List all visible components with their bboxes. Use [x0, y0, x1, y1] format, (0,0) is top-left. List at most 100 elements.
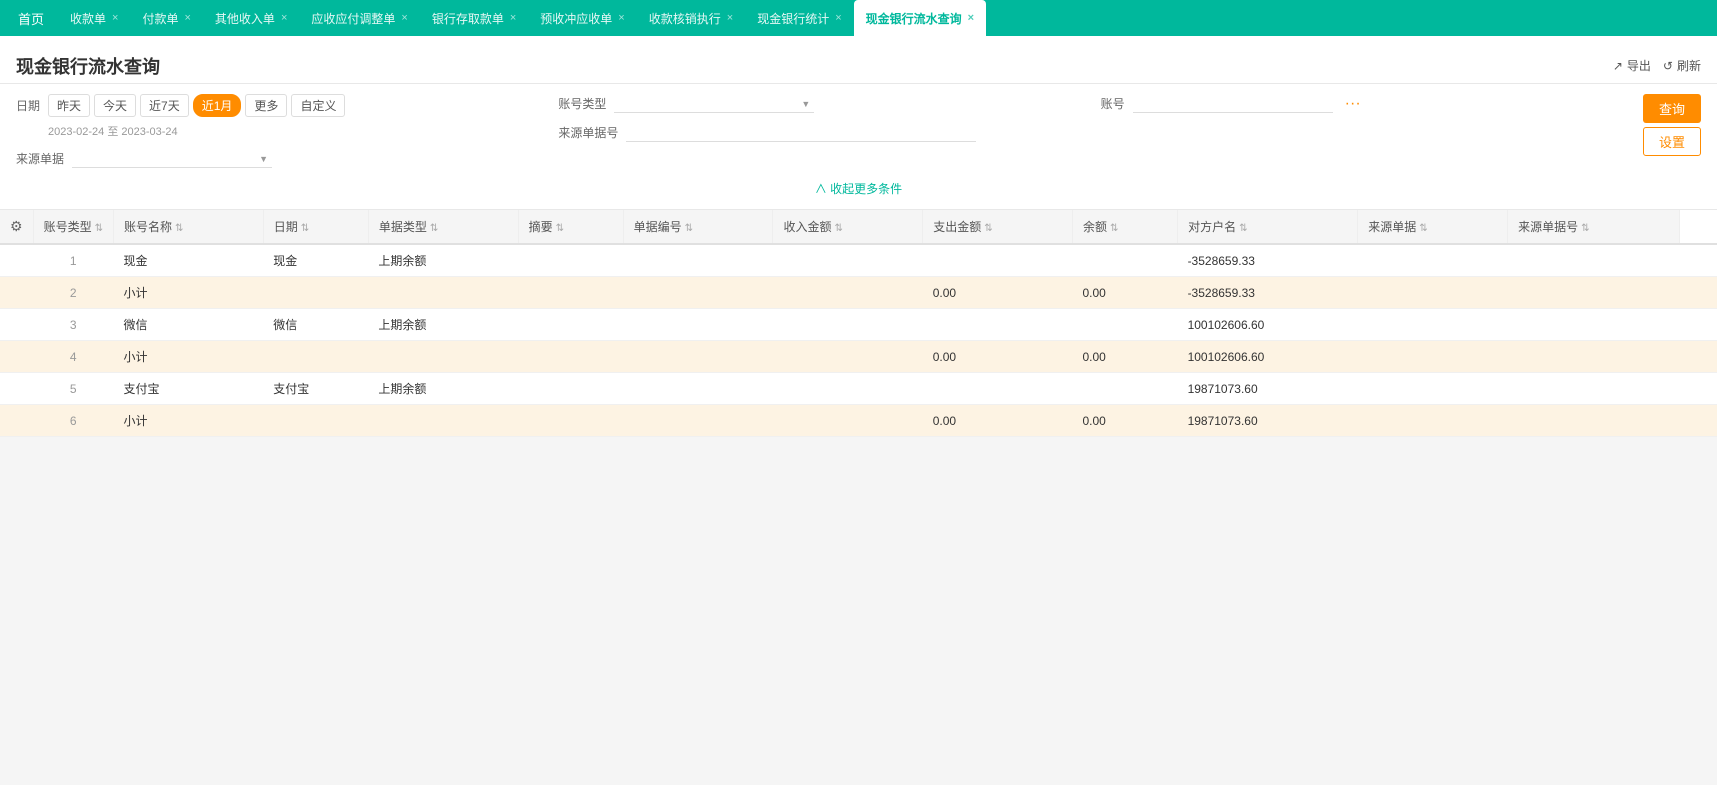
close-icon[interactable]: ×: [727, 12, 733, 24]
page-header: 现金银行流水查询 ↗ 导出 ↺ 刷新: [0, 36, 1717, 84]
date-btn-custom[interactable]: 自定义: [291, 94, 345, 117]
nav-tab-xianjin-liushui[interactable]: 现金银行流水查询 ×: [854, 0, 986, 36]
close-icon[interactable]: ×: [968, 12, 974, 24]
doc-no-cell: [773, 341, 923, 373]
expense-cell: 0.00: [1073, 341, 1178, 373]
date-range-display: 2023-02-24 至 2023-03-24: [48, 126, 178, 138]
date-cell: [368, 405, 518, 437]
table-container: ⚙ 账号类型⇅ 账号名称⇅ 日期⇅ 单据类型⇅ 摘要⇅ 单据编号: [0, 210, 1717, 437]
page-title: 现金银行流水查询: [16, 53, 160, 79]
sort-icon[interactable]: ⇅: [175, 223, 183, 234]
settings-col-cell: [0, 373, 33, 405]
balance-cell: -3528659.33: [1178, 244, 1358, 277]
nav-tab-yinhangcunqu[interactable]: 银行存取款单 ×: [420, 0, 528, 36]
row-num-cell: 6: [33, 405, 113, 437]
sort-icon[interactable]: ⇅: [1110, 223, 1118, 234]
source-doc-no-cell: [1680, 341, 1717, 373]
table-row: 1现金现金上期余额-3528659.33: [0, 244, 1717, 277]
date-btn-7days[interactable]: 近7天: [140, 94, 189, 117]
summary-cell: [623, 244, 773, 277]
account-name-cell: 支付宝: [263, 373, 368, 405]
doc-type-cell: [518, 244, 623, 277]
summary-cell: [623, 341, 773, 373]
sort-icon[interactable]: ⇅: [430, 223, 438, 234]
export-button[interactable]: ↗ 导出: [1613, 57, 1651, 74]
counterparty-cell: [1358, 309, 1508, 341]
sort-icon[interactable]: ⇅: [1581, 223, 1589, 234]
date-btn-1month[interactable]: 近1月: [193, 94, 242, 117]
nav-tab-fukuandan[interactable]: 付款单 ×: [130, 0, 202, 36]
account-dots-button[interactable]: ···: [1345, 95, 1361, 113]
settings-button[interactable]: 设置: [1643, 127, 1701, 156]
account-number-input[interactable]: [1133, 94, 1333, 113]
close-icon[interactable]: ×: [510, 12, 516, 24]
table-header-row: ⚙ 账号类型⇅ 账号名称⇅ 日期⇅ 单据类型⇅ 摘要⇅ 单据编号: [0, 210, 1717, 244]
col-date: 日期⇅: [263, 210, 368, 244]
doc-no-cell: [773, 309, 923, 341]
date-cell: 上期余额: [368, 309, 518, 341]
col-account-type: 账号类型⇅: [33, 210, 113, 244]
sort-icon[interactable]: ⇅: [95, 223, 103, 234]
nav-tab-yingshouyingfu[interactable]: 应收应付调整单 ×: [299, 0, 419, 36]
account-label: 账号: [1101, 95, 1125, 112]
account-type-cell: 小计: [113, 405, 263, 437]
row-num-cell: 3: [33, 309, 113, 341]
account-name-cell: 现金: [263, 244, 368, 277]
collapse-bar[interactable]: ∧ 收起更多条件: [16, 176, 1701, 201]
sort-icon[interactable]: ⇅: [1419, 223, 1427, 234]
sort-icon[interactable]: ⇅: [685, 223, 693, 234]
col-account-name: 账号名称⇅: [113, 210, 263, 244]
col-income: 收入金额⇅: [773, 210, 923, 244]
nav-tab-shoukuan-hexiao[interactable]: 收款核销执行 ×: [637, 0, 745, 36]
header-actions: ↗ 导出 ↺ 刷新: [1613, 57, 1701, 74]
top-nav: 首页 收款单 × 付款单 × 其他收入单 × 应收应付调整单 × 银行存取款单 …: [0, 0, 1717, 36]
source-doc-num-label: 来源单据号: [558, 124, 618, 141]
settings-col-cell: [0, 341, 33, 373]
source-doc-cell: [1508, 341, 1680, 373]
nav-tab-yushou[interactable]: 预收冲应收单 ×: [528, 0, 636, 36]
balance-cell: 19871073.60: [1178, 373, 1358, 405]
nav-home[interactable]: 首页: [4, 0, 58, 36]
col-balance: 余额⇅: [1073, 210, 1178, 244]
refresh-button[interactable]: ↺ 刷新: [1663, 57, 1701, 74]
source-doc-no-cell: [1680, 309, 1717, 341]
gear-icon[interactable]: ⚙: [10, 218, 23, 234]
account-type-filter-group: 账号类型: [558, 94, 814, 113]
summary-cell: [623, 277, 773, 309]
income-cell: 0.00: [923, 405, 1073, 437]
close-icon[interactable]: ×: [112, 12, 118, 24]
close-icon[interactable]: ×: [184, 12, 190, 24]
settings-col-cell: [0, 244, 33, 277]
source-doc-num-filter-group: 来源单据号: [558, 123, 976, 142]
table-row: 3微信微信上期余额100102606.60: [0, 309, 1717, 341]
settings-col-cell: [0, 405, 33, 437]
table-row: 4小计0.000.00100102606.60: [0, 341, 1717, 373]
date-btn-more[interactable]: 更多: [245, 94, 287, 117]
export-icon: ↗: [1613, 59, 1623, 73]
close-icon[interactable]: ×: [835, 12, 841, 24]
source-doc-no-cell: [1680, 244, 1717, 277]
balance-cell: 100102606.60: [1178, 341, 1358, 373]
account-type-select[interactable]: [614, 94, 814, 113]
source-doc-cell: [1508, 373, 1680, 405]
row-num-cell: 5: [33, 373, 113, 405]
query-button[interactable]: 查询: [1643, 94, 1701, 123]
sort-icon[interactable]: ⇅: [1239, 223, 1247, 234]
sort-icon[interactable]: ⇅: [834, 223, 842, 234]
source-doc-num-input[interactable]: [626, 123, 976, 142]
source-doc-label: 来源单据: [16, 150, 64, 167]
date-btn-yesterday[interactable]: 昨天: [48, 94, 90, 117]
close-icon[interactable]: ×: [618, 12, 624, 24]
source-doc-filter-group: 来源单据: [16, 149, 272, 168]
nav-tab-qitashouru[interactable]: 其他收入单 ×: [203, 0, 299, 36]
sort-icon[interactable]: ⇅: [301, 223, 309, 234]
sort-icon[interactable]: ⇅: [556, 223, 564, 234]
date-btn-today[interactable]: 今天: [94, 94, 136, 117]
doc-type-cell: [518, 405, 623, 437]
nav-tab-shoukuandan[interactable]: 收款单 ×: [58, 0, 130, 36]
sort-icon[interactable]: ⇅: [984, 223, 992, 234]
close-icon[interactable]: ×: [281, 12, 287, 24]
nav-tab-xianjin-tongji[interactable]: 现金银行统计 ×: [745, 0, 853, 36]
close-icon[interactable]: ×: [401, 12, 407, 24]
source-doc-select[interactable]: [72, 149, 272, 168]
